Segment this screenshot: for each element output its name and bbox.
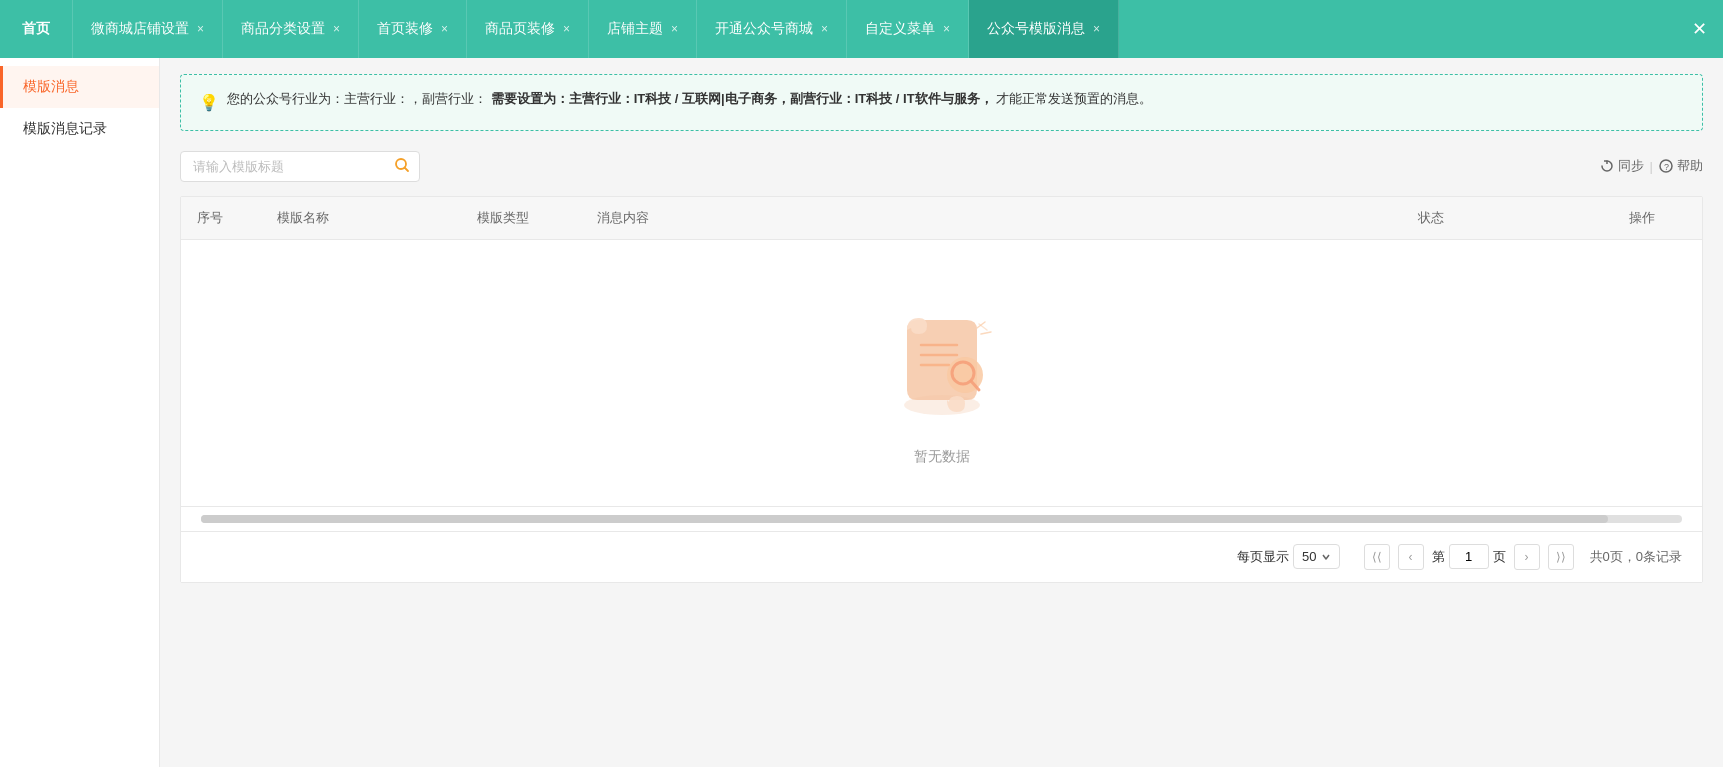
notice-prefix: 您的公众号行业为：主营行业：，副营行业： [227,91,487,106]
nav-tab-product-decor-label: 商品页装修 [485,20,555,38]
notice-banner: 💡 您的公众号行业为：主营行业：，副营行业： 需要设置为：主营行业：IT科技 /… [180,74,1703,131]
empty-illustration [877,300,1007,430]
notice-suffix: 才能正常发送预置的消息。 [996,91,1152,106]
page-total: 共0页，0条记录 [1590,548,1682,566]
search-left [180,151,420,182]
last-page-icon: ⟩⟩ [1556,550,1566,564]
notice-bulb-icon: 💡 [199,90,219,116]
close-store-theme-icon[interactable]: × [671,22,678,36]
search-button[interactable] [394,157,410,176]
nav-tab-home[interactable]: 首页 [0,0,73,58]
sidebar-item-template-msg-log-label: 模版消息记录 [23,120,107,136]
horizontal-scrollbar[interactable] [201,515,1682,523]
nav-tab-shop-settings[interactable]: 微商城店铺设置 × [73,0,223,58]
nav-tab-home-decor-label: 首页装修 [377,20,433,38]
notice-highlight: 需要设置为：主营行业：IT科技 / 互联网|电子商务，副营行业：IT科技 / I… [491,91,993,106]
data-table: 序号 模版名称 模版类型 消息内容 状态 操作 [180,196,1703,583]
search-right: 同步 | ? 帮助 [1600,157,1703,175]
search-bar: 同步 | ? 帮助 [180,151,1703,182]
page-unit: 页 [1493,548,1506,566]
next-page-button[interactable]: › [1514,544,1540,570]
close-product-decor-icon[interactable]: × [563,22,570,36]
help-circle-icon: ? [1659,159,1673,173]
sync-icon [1600,159,1614,173]
page-size-select: 每页显示 50 [1237,544,1339,569]
first-page-button[interactable]: ⟨⟨ [1364,544,1390,570]
close-home-decor-icon[interactable]: × [441,22,448,36]
search-icon [394,157,410,173]
th-status: 状态 [1402,197,1582,239]
page-number-input[interactable] [1449,544,1489,569]
content-area: 💡 您的公众号行业为：主营行业：，副营行业： 需要设置为：主营行业：IT科技 /… [160,58,1723,767]
nav-tab-template-msg-label: 公众号模版消息 [987,20,1085,38]
main-layout: 模版消息 模版消息记录 💡 您的公众号行业为：主营行业：，副营行业： 需要设置为… [0,58,1723,767]
svg-line-13 [979,324,987,330]
th-type: 模版类型 [461,197,581,239]
nav-tab-template-msg[interactable]: 公众号模版消息 × [969,0,1119,58]
page-size-value: 50 [1302,549,1316,564]
search-input-wrap [180,151,420,182]
sidebar: 模版消息 模版消息记录 [0,58,160,767]
last-page-button[interactable]: ⟩⟩ [1548,544,1574,570]
first-page-icon: ⟨⟨ [1372,550,1382,564]
sidebar-item-template-msg-label: 模版消息 [23,78,79,94]
svg-text:?: ? [1664,162,1669,172]
sync-button[interactable]: 同步 [1600,157,1644,175]
svg-line-1 [405,167,409,171]
scrollbar-thumb[interactable] [201,515,1608,523]
next-page-icon: › [1525,550,1529,564]
table-header: 序号 模版名称 模版类型 消息内容 状态 操作 [181,197,1702,240]
nav-tab-home-label: 首页 [22,20,50,38]
top-nav: 首页 微商城店铺设置 × 商品分类设置 × 首页装修 × 商品页装修 × 店铺主… [0,0,1723,58]
sidebar-item-template-msg[interactable]: 模版消息 [0,66,159,108]
nav-tab-category-settings-label: 商品分类设置 [241,20,325,38]
page-input-wrap: 第 页 [1432,544,1506,569]
prev-page-icon: ‹ [1409,550,1413,564]
th-seq: 序号 [181,197,261,239]
notice-text: 您的公众号行业为：主营行业：，副营行业： 需要设置为：主营行业：IT科技 / 互… [227,89,1152,110]
nav-tab-store-theme[interactable]: 店铺主题 × [589,0,697,58]
nav-tab-shop-settings-label: 微商城店铺设置 [91,20,189,38]
sync-label: 同步 [1618,157,1644,175]
close-custom-menu-icon[interactable]: × [943,22,950,36]
nav-tab-store-theme-label: 店铺主题 [607,20,663,38]
search-input[interactable] [180,151,420,182]
th-name: 模版名称 [261,197,461,239]
close-shop-settings-icon[interactable]: × [197,22,204,36]
nav-tab-home-decor[interactable]: 首页装修 × [359,0,467,58]
nav-tab-custom-menu[interactable]: 自定义菜单 × [847,0,969,58]
page-label: 第 [1432,548,1445,566]
close-all-tabs-icon[interactable]: ✕ [1692,18,1707,40]
horizontal-scrollbar-area [181,506,1702,531]
nav-tab-open-mall-label: 开通公众号商城 [715,20,813,38]
nav-tab-product-decor[interactable]: 商品页装修 × [467,0,589,58]
nav-tab-open-mall[interactable]: 开通公众号商城 × [697,0,847,58]
page-size-label: 每页显示 [1237,548,1289,566]
close-category-settings-icon[interactable]: × [333,22,340,36]
help-button[interactable]: ? 帮助 [1659,157,1703,175]
empty-text: 暂无数据 [914,448,970,466]
page-size-dropdown[interactable]: 50 [1293,544,1339,569]
help-label: 帮助 [1677,157,1703,175]
chevron-down-icon [1321,552,1331,562]
sidebar-item-template-msg-log[interactable]: 模版消息记录 [0,108,159,150]
empty-state: 暂无数据 [181,240,1702,506]
nav-tab-category-settings[interactable]: 商品分类设置 × [223,0,359,58]
th-content: 消息内容 [581,197,1402,239]
svg-line-12 [981,332,991,334]
close-template-msg-icon[interactable]: × [1093,22,1100,36]
nav-tab-custom-menu-label: 自定义菜单 [865,20,935,38]
prev-page-button[interactable]: ‹ [1398,544,1424,570]
close-open-mall-icon[interactable]: × [821,22,828,36]
divider: | [1650,159,1653,174]
pagination: 每页显示 50 ⟨⟨ ‹ 第 页 [181,531,1702,582]
th-action: 操作 [1582,197,1702,239]
